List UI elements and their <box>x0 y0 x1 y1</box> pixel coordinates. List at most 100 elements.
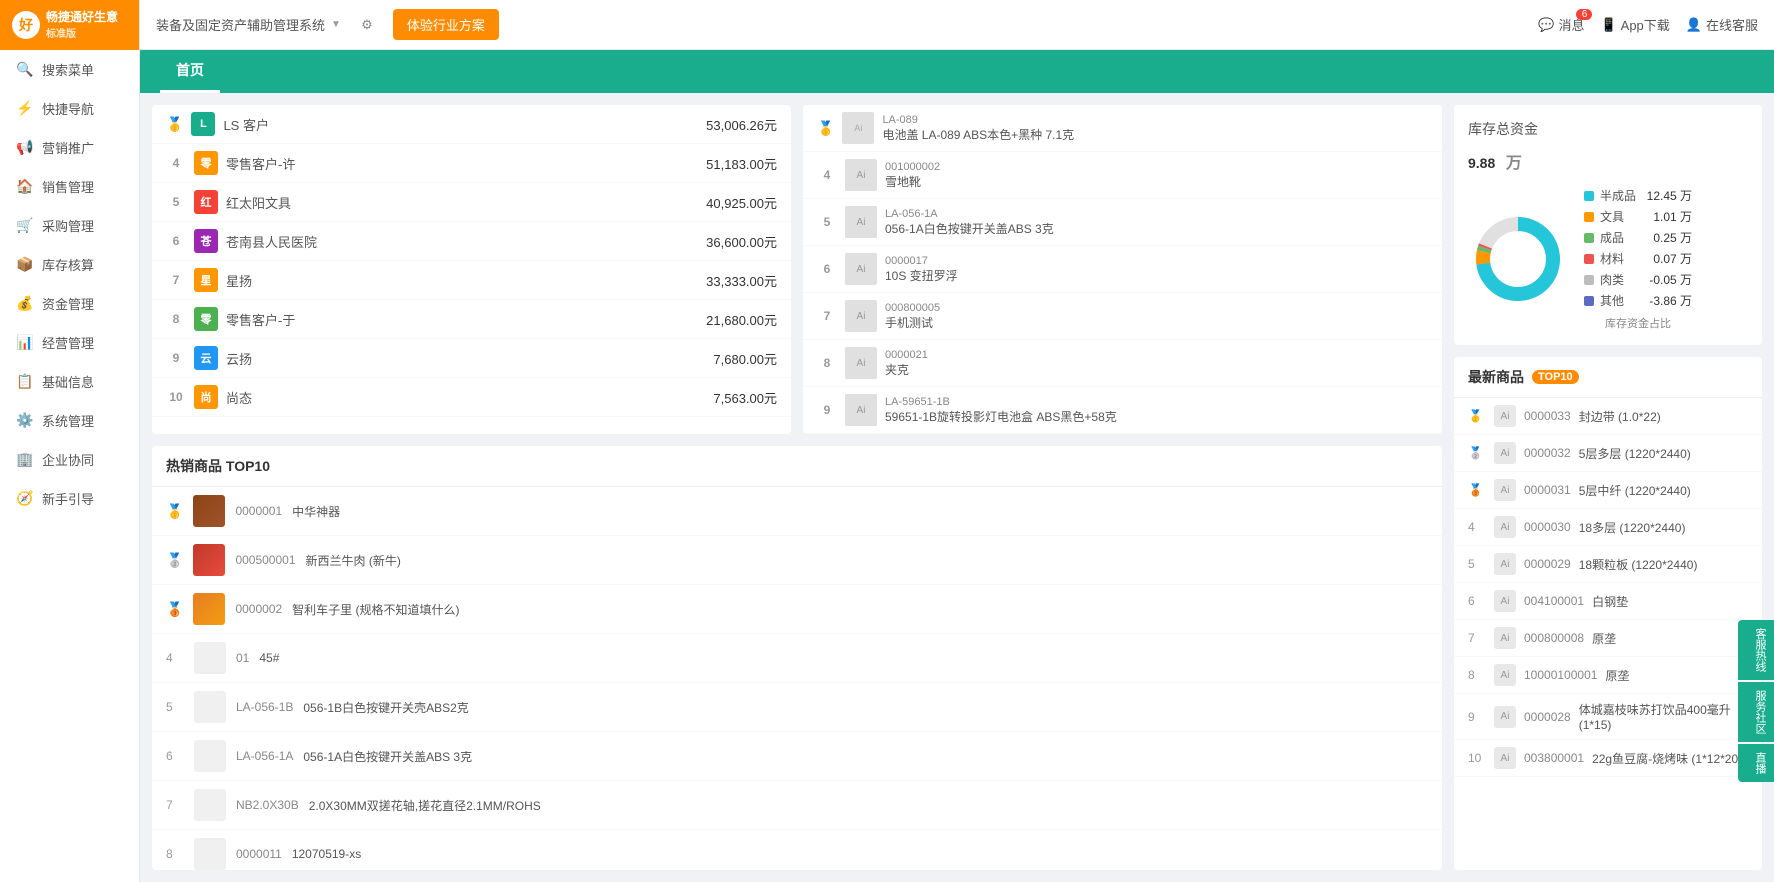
tab-home[interactable]: 首页 <box>160 50 220 93</box>
hot-product-8: 8 0000011 12070519-xs <box>152 830 1442 870</box>
newest-rank-3: 🥉 <box>1468 483 1486 497</box>
customer-name-7: 云扬 <box>226 349 705 368</box>
legend-name-5: 肉类 <box>1600 271 1636 288</box>
system-selector[interactable]: 装备及固定资产辅助管理系统 ▼ <box>156 15 341 34</box>
sidebar-item-inventory[interactable]: 📦 库存核算 <box>0 245 139 284</box>
newest-products-panel: 最新商品 TOP10 🥇 Ai 0000033 封边带 (1.0*22) 🥈 A <box>1454 357 1762 870</box>
customer-name-1: LS 客户 <box>223 115 698 134</box>
gold-medal-icon-2: 🥇 <box>817 120 834 137</box>
logo-title: 畅捷通好生意 <box>46 10 118 24</box>
settings-button[interactable]: ⚙ <box>353 11 381 39</box>
hot-rank-6: 6 <box>166 749 184 763</box>
app-download-btn[interactable]: 📱 App下载 <box>1600 15 1669 34</box>
app-label: App下载 <box>1621 15 1670 34</box>
newest-icon-10: Ai <box>1494 747 1516 769</box>
hot-product-code-5: LA-056-1B <box>236 700 293 714</box>
prod-rank-item-2: 4 Ai 001000002 雪地靴 <box>803 152 1442 199</box>
newest-code-6: 004100001 <box>1524 594 1584 608</box>
sidebar-item-quick[interactable]: ⚡ 快捷导航 <box>0 89 139 128</box>
newest-rank-2: 🥈 <box>1468 446 1486 460</box>
newest-icon-7: Ai <box>1494 627 1516 649</box>
donut-legend: 半成品 12.45 万 文具 1.01 万 成品 0 <box>1584 187 1692 331</box>
float-live-btn[interactable]: 直播 <box>1738 744 1774 782</box>
legend-val-1: 12.45 万 <box>1642 187 1692 204</box>
newest-icon-4: Ai <box>1494 516 1516 538</box>
customer-name-6: 零售客户-于 <box>226 310 698 329</box>
sidebar-item-guide-label: 新手引导 <box>42 489 94 508</box>
sidebar-item-purchase-label: 采购管理 <box>42 216 94 235</box>
newest-code-7: 000800008 <box>1524 631 1584 645</box>
newest-name-5: 18颗粒板 (1220*2440) <box>1579 556 1748 573</box>
float-buttons: 客服热线 服务社区 直播 <box>1738 620 1774 782</box>
hot-rank-4: 4 <box>166 651 184 665</box>
newest-name-2: 5层多层 (1220*2440) <box>1579 445 1748 462</box>
newest-item-4: 4 Ai 0000030 18多层 (1220*2440) <box>1454 509 1762 546</box>
guide-icon: 🧭 <box>16 490 34 508</box>
newest-item-1: 🥇 Ai 0000033 封边带 (1.0*22) <box>1454 398 1762 435</box>
float-community-btn[interactable]: 服务社区 <box>1738 682 1774 742</box>
rank-num-6: 8 <box>166 309 186 329</box>
inventory-unit: 万 <box>1506 155 1522 172</box>
sidebar-item-guide[interactable]: 🧭 新手引导 <box>0 479 139 518</box>
newest-name-7: 原垄 <box>1592 630 1748 647</box>
sidebar-item-marketing[interactable]: 📢 营销推广 <box>0 128 139 167</box>
prod-rank-item-6: 8 Ai 0000021 夹克 <box>803 340 1442 387</box>
prod-rank-num-4: 6 <box>817 259 837 279</box>
newest-rank-5: 5 <box>1468 557 1486 571</box>
trial-button[interactable]: 体验行业方案 <box>393 9 499 40</box>
sidebar-nav: 🔍 搜索菜单 ⚡ 快捷导航 📢 营销推广 🏠 销售管理 🛒 采购管理 📦 库存核… <box>0 50 139 882</box>
sidebar-item-base-label: 基础信息 <box>42 372 94 391</box>
hot-products-header: 热销商品 TOP10 <box>152 446 1442 487</box>
phone-icon: 📱 <box>1600 17 1616 33</box>
hot-products-title: 热销商品 TOP10 <box>166 456 270 476</box>
donut-container: 半成品 12.45 万 文具 1.01 万 成品 0 <box>1468 187 1748 331</box>
operations-icon: 📊 <box>16 334 34 352</box>
hot-product-img-5 <box>194 691 226 723</box>
sidebar-item-operations[interactable]: 📊 经营管理 <box>0 323 139 362</box>
customer-avatar-7: 云 <box>194 346 218 370</box>
marketing-icon: 📢 <box>16 139 34 157</box>
customer-value-2: 51,183.00元 <box>706 154 777 173</box>
sidebar-item-base[interactable]: 📋 基础信息 <box>0 362 139 401</box>
sidebar-item-system[interactable]: ⚙️ 系统管理 <box>0 401 139 440</box>
sidebar-item-purchase[interactable]: 🛒 采购管理 <box>0 206 139 245</box>
inventory-amount-value: 9.88 <box>1468 155 1495 171</box>
rank-num-7: 9 <box>166 348 186 368</box>
message-badge: 6 <box>1576 9 1592 20</box>
float-service-btn[interactable]: 客服热线 <box>1738 620 1774 680</box>
newest-products-header: 最新商品 TOP10 <box>1454 357 1762 398</box>
sidebar-item-finance[interactable]: 💰 资金管理 <box>0 284 139 323</box>
newest-name-9: 体城嘉枝味苏打饮品400毫升 (1*15) <box>1579 701 1748 732</box>
sidebar-item-search[interactable]: 🔍 搜索菜单 <box>0 50 139 89</box>
newest-item-6: 6 Ai 004100001 白钢垫 <box>1454 583 1762 620</box>
system-name: 装备及固定资产辅助管理系统 <box>156 15 325 34</box>
sidebar-item-company[interactable]: 🏢 企业协同 <box>0 440 139 479</box>
company-icon: 🏢 <box>16 451 34 469</box>
newest-top10-badge: TOP10 <box>1532 370 1579 384</box>
legend-name-3: 成品 <box>1600 229 1636 246</box>
legend-val-5: -0.05 万 <box>1642 271 1692 288</box>
prod-icon-1: Ai <box>842 112 874 144</box>
prod-rank-num-6: 8 <box>817 353 837 373</box>
service-btn[interactable]: 👤 在线客服 <box>1686 15 1758 34</box>
newest-item-2: 🥈 Ai 0000032 5层多层 (1220*2440) <box>1454 435 1762 472</box>
hot-product-img-1 <box>193 495 225 527</box>
legend-dot-3 <box>1584 233 1594 243</box>
sales-icon: 🏠 <box>16 178 34 196</box>
customer-value-5: 33,333.00元 <box>706 271 777 290</box>
prod-rank-num-3: 5 <box>817 212 837 232</box>
hot-product-name-8: 12070519-xs <box>292 847 361 861</box>
legend-item-2: 文具 1.01 万 <box>1584 208 1692 225</box>
service-label: 在线客服 <box>1706 15 1758 34</box>
hot-product-name-3: 智利车子里 (规格不知道填什么) <box>292 601 459 618</box>
hot-product-img-7 <box>194 789 226 821</box>
sidebar-item-quick-label: 快捷导航 <box>42 99 94 118</box>
newest-rank-10: 10 <box>1468 751 1486 765</box>
newest-icon-9: Ai <box>1494 706 1516 728</box>
system-icon: ⚙️ <box>16 412 34 430</box>
sidebar-item-sales[interactable]: 🏠 销售管理 <box>0 167 139 206</box>
customer-name-5: 星扬 <box>226 271 698 290</box>
newest-rank-1: 🥇 <box>1468 409 1486 423</box>
newest-item-7: 7 Ai 000800008 原垄 <box>1454 620 1762 657</box>
message-btn[interactable]: 💬 消息 6 <box>1538 15 1584 34</box>
